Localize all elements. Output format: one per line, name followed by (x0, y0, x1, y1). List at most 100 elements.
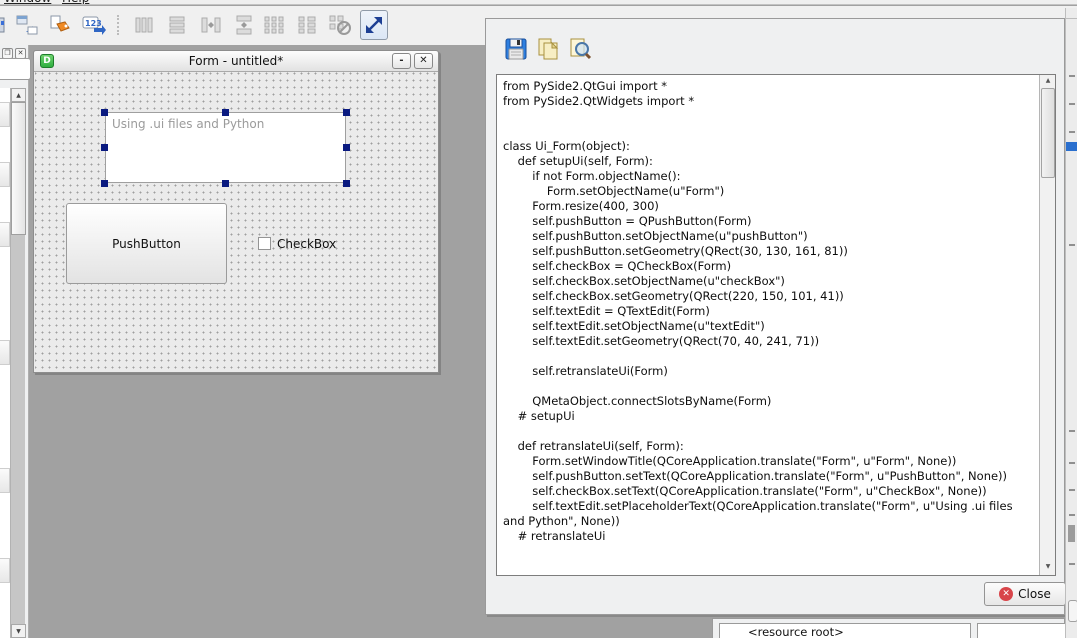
scroll-down-icon[interactable]: ▼ (1041, 561, 1055, 574)
textedit-placeholder: Using .ui files and Python (106, 113, 345, 135)
widget-list-item[interactable] (0, 558, 10, 583)
code-preview-dialog: from PySide2.QtGui import *from PySide2.… (485, 18, 1065, 615)
scroll-up-icon[interactable]: ▲ (11, 88, 26, 102)
menu-window[interactable]: Window (4, 0, 51, 5)
code-line (503, 124, 1039, 139)
resize-handle-sw[interactable] (101, 180, 108, 187)
minimize-button[interactable]: - (392, 53, 411, 69)
code-line: Form.resize(400, 300) (503, 199, 1039, 214)
edit-signals-slots-icon[interactable] (13, 10, 41, 40)
code-line: self.checkBox.setGeometry(QRect(220, 150… (503, 289, 1039, 304)
tree-mark (1069, 462, 1075, 464)
code-line: self.textEdit = QTextEdit(Form) (503, 304, 1039, 319)
code-line: self.textEdit.setGeometry(QRect(70, 40, … (503, 334, 1039, 349)
code-line: self.pushButton = QPushButton(Form) (503, 214, 1039, 229)
code-line: self.retranslateUi(Form) (503, 364, 1039, 379)
scrollbar-thumb-fragment (1068, 525, 1075, 542)
widget-filter-input[interactable] (0, 58, 31, 80)
lay-out-in-grid-icon[interactable] (260, 10, 288, 40)
scrollbar-thumb[interactable] (11, 102, 26, 235)
code-line: from PySide2.QtGui import * (503, 79, 1039, 94)
adjust-size-icon[interactable] (360, 10, 388, 40)
code-line: # retranslateUi (503, 529, 1039, 544)
tree-mark (1069, 489, 1075, 491)
widget-list-item[interactable] (0, 162, 10, 187)
resize-handle-se[interactable] (343, 180, 350, 187)
widget-list-item[interactable] (0, 468, 10, 493)
lay-out-vertically-in-splitter-icon[interactable] (230, 10, 258, 40)
tree-mark (1069, 563, 1075, 565)
widget-list-item[interactable] (0, 102, 10, 127)
resource-list[interactable] (977, 623, 1067, 638)
pushbutton-label: PushButton (112, 237, 181, 251)
code-view[interactable]: from PySide2.QtGui import *from PySide2.… (496, 74, 1056, 576)
save-icon[interactable] (504, 37, 528, 61)
checkbox-widget[interactable]: CheckBox (256, 223, 357, 264)
find-icon[interactable] (568, 37, 592, 61)
code-text: from PySide2.QtGui import *from PySide2.… (497, 75, 1039, 544)
button-fragment (1068, 600, 1077, 622)
lay-out-horizontally-in-splitter-icon[interactable] (197, 10, 225, 40)
code-line: self.checkBox.setText(QCoreApplication.t… (503, 484, 1039, 499)
checkbox-indicator[interactable] (258, 237, 271, 250)
widget-list-item[interactable] (0, 222, 10, 247)
close-button-label: Close (1018, 587, 1051, 601)
scroll-up-icon[interactable]: ▲ (1041, 75, 1055, 88)
resize-handle-n[interactable] (222, 109, 229, 116)
widget-list-scrollbar[interactable]: ▲ ▼ (10, 88, 25, 638)
code-line: from PySide2.QtWidgets import * (503, 94, 1039, 109)
form-canvas[interactable]: Using .ui files and Python PushButton Ch… (35, 72, 437, 372)
tree-mark (1069, 103, 1075, 105)
widget-list (0, 88, 10, 638)
code-line: self.textEdit.setObjectName(u"textEdit") (503, 319, 1039, 334)
widget-list-item[interactable] (0, 340, 10, 365)
scroll-down-icon[interactable]: ▼ (11, 624, 26, 638)
code-scrollbar[interactable]: ▲ ▼ (1039, 75, 1055, 575)
code-line: if not Form.objectName(): (503, 169, 1039, 184)
widget-box-panel: ❐ ✕ ▲ ▼ (0, 45, 29, 638)
code-line: # setupUi (503, 409, 1039, 424)
edit-widgets-icon[interactable] (0, 10, 10, 40)
qt-designer-screen: Window Help 123 (0, 0, 1077, 638)
lay-out-horizontally-icon[interactable] (130, 10, 158, 40)
resize-handle-e[interactable] (343, 144, 350, 151)
menu-help[interactable]: Help (62, 0, 89, 5)
lay-out-vertically-icon[interactable] (163, 10, 191, 40)
checkbox-label: CheckBox (277, 237, 336, 251)
edit-buddies-icon[interactable] (46, 10, 74, 40)
form-window-title: Form - untitled* (34, 54, 438, 68)
resize-handle-ne[interactable] (343, 109, 350, 116)
copy-icon[interactable] (536, 37, 560, 61)
code-line: self.pushButton.setGeometry(QRect(30, 13… (503, 244, 1039, 259)
resource-root-item[interactable]: <resource root> (720, 624, 970, 638)
code-line: self.checkBox.setObjectName(u"checkBox") (503, 274, 1039, 289)
resize-handle-nw[interactable] (101, 109, 108, 116)
close-button[interactable]: ✕ (414, 53, 433, 69)
code-line: self.checkBox = QCheckBox(Form) (503, 259, 1039, 274)
code-line: Form.setWindowTitle(QCoreApplication.tra… (503, 454, 1039, 469)
right-panel-fragment (1065, 8, 1077, 638)
resize-handle-w[interactable] (101, 144, 108, 151)
lay-out-in-form-layout-icon[interactable] (293, 10, 321, 40)
code-line (503, 424, 1039, 439)
form-window-titlebar[interactable]: D Form - untitled* - ✕ (34, 51, 438, 72)
edit-tab-order-icon[interactable]: 123 (80, 10, 108, 40)
close-dialog-button[interactable]: ✕ Close (984, 582, 1066, 606)
code-line (503, 109, 1039, 124)
tree-mark (1069, 244, 1075, 246)
code-line: Form.setObjectName(u"Form") (503, 184, 1039, 199)
scrollbar-thumb[interactable] (1041, 88, 1055, 178)
tree-mark (1069, 430, 1075, 432)
code-line: QMetaObject.connectSlotsByName(Form) (503, 394, 1039, 409)
form-window: D Form - untitled* - ✕ Using .ui files a… (33, 50, 439, 373)
close-red-icon: ✕ (999, 587, 1013, 601)
resource-tree[interactable]: <resource root> (719, 623, 971, 638)
pushbutton-widget[interactable]: PushButton (66, 203, 227, 284)
code-line: class Ui_Form(object): (503, 139, 1039, 154)
code-line: self.pushButton.setText(QCoreApplication… (503, 469, 1039, 484)
resize-handle-s[interactable] (222, 180, 229, 187)
svg-text:123: 123 (85, 19, 102, 28)
textedit-widget[interactable]: Using .ui files and Python (105, 112, 346, 183)
break-layout-icon[interactable] (326, 10, 354, 40)
tree-mark (1069, 131, 1075, 133)
